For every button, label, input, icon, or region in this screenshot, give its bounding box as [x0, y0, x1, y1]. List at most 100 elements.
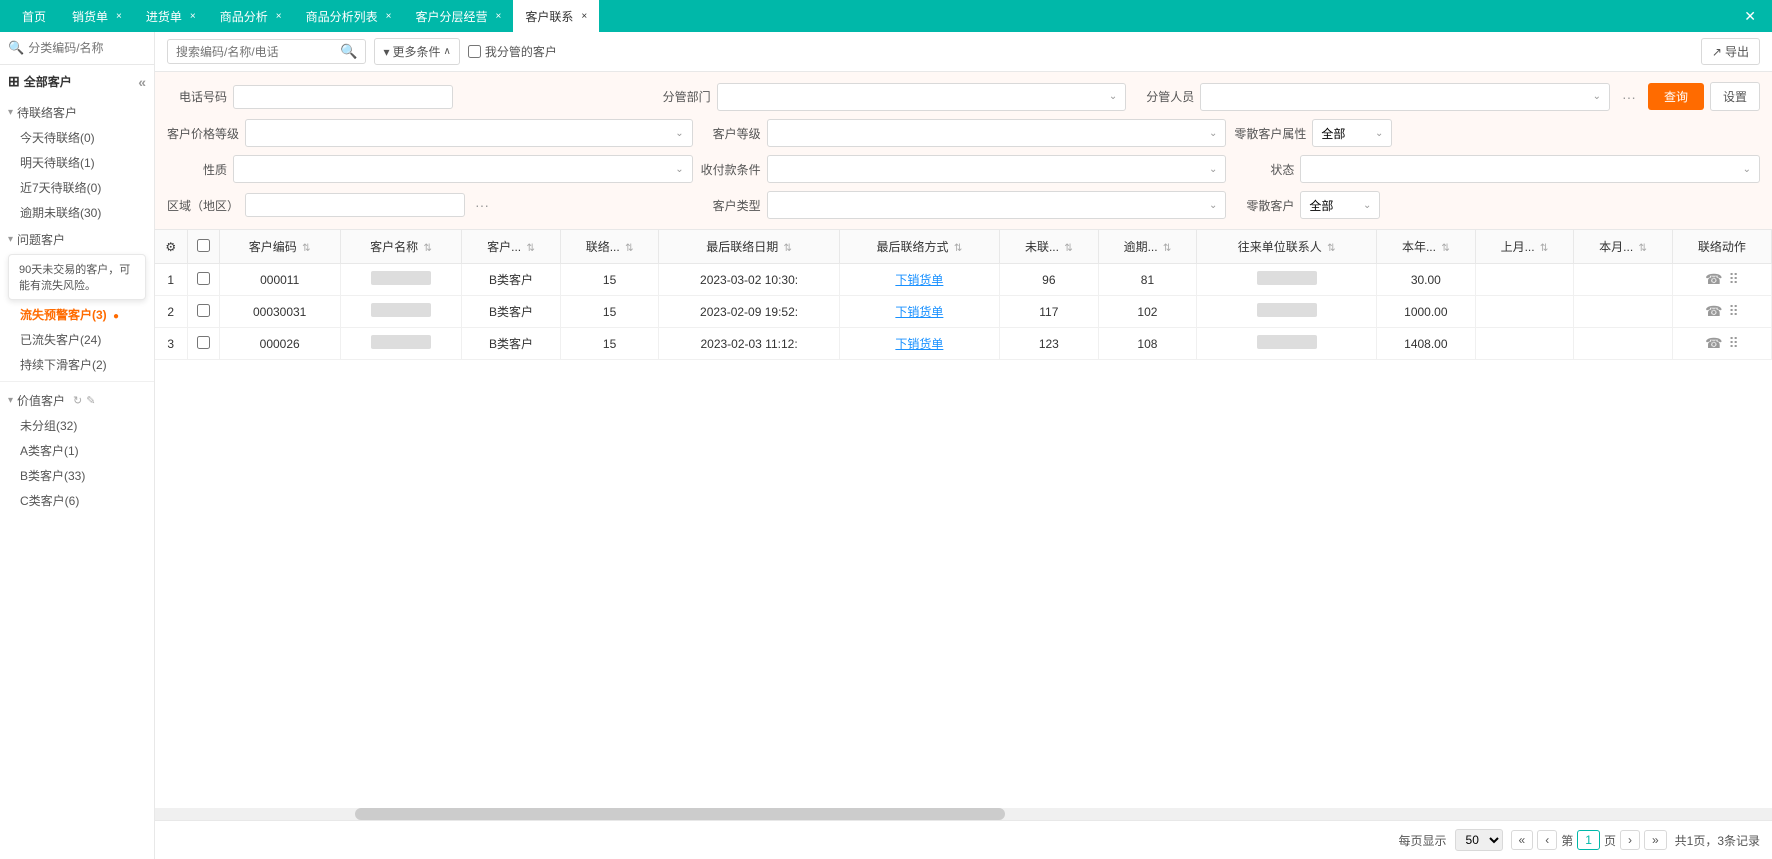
th-checkbox[interactable]: [187, 230, 219, 264]
export-btn[interactable]: ↗ 导出: [1701, 38, 1760, 65]
close-all-icon[interactable]: ✕: [1736, 8, 1764, 25]
select-all-checkbox[interactable]: [197, 239, 210, 252]
sidebar-item-class-a[interactable]: A类客户(1): [0, 438, 154, 463]
nav-tab-customercontact[interactable]: 客户联系 ×: [513, 0, 599, 32]
filter-zero-attr-select[interactable]: 全部 ⌄: [1312, 119, 1392, 147]
th-last-method[interactable]: 最后联络方式 ⇅: [839, 230, 999, 264]
th-contact2[interactable]: 往来单位联系人 ⇅: [1197, 230, 1377, 264]
th-settings[interactable]: ⚙: [155, 230, 187, 264]
my-customers-checkbox-label[interactable]: 我分管的客户: [468, 43, 557, 60]
link-last-method-2[interactable]: 下销货单: [895, 305, 943, 319]
close-tab-analysislist-icon[interactable]: ×: [386, 11, 392, 22]
horizontal-scrollbar[interactable]: [155, 808, 1772, 820]
more-action-icon-3[interactable]: ⠿: [1729, 335, 1739, 352]
more-action-icon-2[interactable]: ⠿: [1729, 303, 1739, 320]
sidebar-item-7days[interactable]: 近7天待联络(0): [0, 175, 154, 200]
th-last-date[interactable]: 最后联络日期 ⇅: [659, 230, 839, 264]
filter-status-select[interactable]: ⌄: [1300, 155, 1760, 183]
more-action-icon-1[interactable]: ⠿: [1729, 271, 1739, 288]
contact-icon-1[interactable]: ☎: [1705, 271, 1722, 288]
my-customers-checkbox[interactable]: [468, 45, 481, 58]
contact-icon-2[interactable]: ☎: [1705, 303, 1722, 320]
link-last-method-1[interactable]: 下销货单: [895, 273, 943, 287]
td-seq-3: 3: [155, 328, 187, 360]
sidebar-search-input[interactable]: [28, 41, 155, 55]
collapse-icon[interactable]: «: [138, 74, 146, 90]
sidebar-item-ungrouped[interactable]: 未分组(32): [0, 413, 154, 438]
nav-tab-purchaseorder[interactable]: 进货单 ×: [134, 0, 208, 32]
contact-icon-3[interactable]: ☎: [1705, 335, 1722, 352]
sidebar-section-pending[interactable]: ▾ 待联络客户: [0, 98, 154, 125]
filter-payment-select[interactable]: ⌄: [767, 155, 1227, 183]
filter-region-input[interactable]: [245, 193, 465, 217]
settings-icon[interactable]: ⚙: [165, 240, 176, 254]
row-checkbox-1[interactable]: [197, 272, 210, 285]
filter-retail-select[interactable]: 全部 ⌄: [1300, 191, 1380, 219]
close-tab-customercontact-icon[interactable]: ×: [581, 11, 587, 22]
page-next-btn[interactable]: ›: [1620, 830, 1640, 850]
link-last-method-3[interactable]: 下销货单: [895, 337, 943, 351]
filter-price-grade-select[interactable]: ⌄: [245, 119, 693, 147]
row-checkbox-2[interactable]: [197, 304, 210, 317]
filter-dots-2[interactable]: ···: [471, 197, 493, 213]
close-tab-salesorder-icon[interactable]: ×: [116, 11, 122, 22]
filter-phone-input[interactable]: [233, 85, 453, 109]
close-tab-purchaseorder-icon[interactable]: ×: [190, 11, 196, 22]
query-btn[interactable]: 查询: [1648, 83, 1704, 110]
th-overdue[interactable]: 逾期... ⇅: [1098, 230, 1197, 264]
sidebar-item-class-c[interactable]: C类客户(6): [0, 488, 154, 513]
sidebar-item-overdue[interactable]: 逾期未联络(30): [0, 200, 154, 225]
td-code-1: 000011: [219, 264, 340, 296]
sidebar-item-tomorrow[interactable]: 明天待联络(1): [0, 150, 154, 175]
td-last-method-1[interactable]: 下销货单: [839, 264, 999, 296]
page-first-btn[interactable]: «: [1511, 830, 1534, 850]
filter-gender-select[interactable]: ⌄: [233, 155, 693, 183]
setting-btn[interactable]: 设置: [1710, 82, 1760, 111]
td-checkbox-1[interactable]: [187, 264, 219, 296]
filter-person-select[interactable]: ⌄: [1200, 83, 1610, 111]
sidebar-item-today[interactable]: 今天待联络(0): [0, 125, 154, 150]
sidebar-item-churn-warn[interactable]: 流失预警客户(3) ●: [0, 302, 154, 327]
filter-customer-grade-select[interactable]: ⌄: [767, 119, 1227, 147]
nav-home[interactable]: 首页: [8, 8, 60, 25]
sidebar-item-class-b[interactable]: B类客户(33): [0, 463, 154, 488]
scrollbar-thumb[interactable]: [355, 808, 1005, 820]
th-this-year[interactable]: 本年... ⇅: [1377, 230, 1476, 264]
nav-tab-customerlayer[interactable]: 客户分层经营 ×: [403, 0, 513, 32]
page-last-btn[interactable]: »: [1644, 830, 1667, 850]
th-code[interactable]: 客户编码 ⇅: [219, 230, 340, 264]
chevron-down-icon7: ⌄: [1209, 164, 1217, 175]
th-name[interactable]: 客户名称 ⇅: [340, 230, 461, 264]
search-btn-icon[interactable]: 🔍: [340, 43, 357, 60]
th-this-month[interactable]: 本月... ⇅: [1574, 230, 1673, 264]
blurred-contact2-2: [1257, 303, 1317, 317]
page-size-select[interactable]: 50: [1455, 829, 1503, 851]
nav-tab-analysislist[interactable]: 商品分析列表 ×: [294, 0, 404, 32]
sidebar-item-declining[interactable]: 持续下滑客户(2): [0, 352, 154, 377]
page-prev-btn[interactable]: ‹: [1537, 830, 1557, 850]
nav-tab-salesorder[interactable]: 销货单 ×: [60, 0, 134, 32]
filter-dots-1[interactable]: ···: [1618, 89, 1640, 105]
sidebar-item-churned[interactable]: 已流失客户(24): [0, 327, 154, 352]
sidebar-all-customers[interactable]: ⊞ 全部客户 «: [0, 65, 154, 98]
th-contact[interactable]: 联络... ⇅: [560, 230, 659, 264]
toolbar-search-input[interactable]: [176, 45, 336, 59]
filter-dept-select[interactable]: ⌄: [717, 83, 1127, 111]
nav-tab-analysis[interactable]: 商品分析 ×: [208, 0, 294, 32]
filter-customer-type-select[interactable]: ⌄: [767, 191, 1227, 219]
sidebar-section-value[interactable]: ▾ 价值客户 ↻ ✎: [0, 386, 154, 413]
th-not-contact[interactable]: 未联... ⇅: [1000, 230, 1099, 264]
td-checkbox-3[interactable]: [187, 328, 219, 360]
more-conditions-btn[interactable]: ▾ 更多条件 ∧: [374, 38, 459, 65]
sidebar-section-problem[interactable]: ▾ 问题客户: [0, 225, 154, 252]
row-checkbox-3[interactable]: [197, 336, 210, 349]
td-last-method-2[interactable]: 下销货单: [839, 296, 999, 328]
td-checkbox-2[interactable]: [187, 296, 219, 328]
close-tab-customerlayer-icon[interactable]: ×: [495, 11, 501, 22]
th-type[interactable]: 客户... ⇅: [462, 230, 561, 264]
th-last-month[interactable]: 上月... ⇅: [1475, 230, 1574, 264]
refresh-icon[interactable]: ↻: [73, 394, 82, 407]
td-last-method-3[interactable]: 下销货单: [839, 328, 999, 360]
close-tab-analysis-icon[interactable]: ×: [276, 11, 282, 22]
edit-icon[interactable]: ✎: [86, 394, 95, 407]
